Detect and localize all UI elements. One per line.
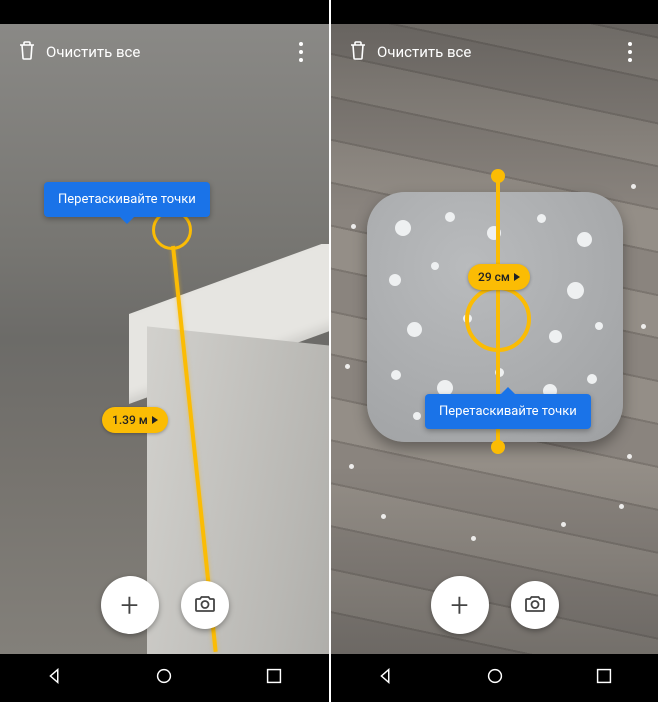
nav-recent-icon[interactable]: [593, 665, 615, 691]
camera-viewport: Очистить все 29 см Перетаскивайте точки: [331, 24, 658, 654]
clear-all-label: Очистить все: [377, 43, 471, 61]
overflow-menu-button[interactable]: [610, 32, 650, 72]
screenshot-left: Очистить все Перетаскивайте точки 1.39 м: [0, 0, 329, 702]
status-bar: [331, 0, 658, 24]
measure-reticle[interactable]: [465, 286, 531, 352]
kebab-menu-icon: [628, 42, 632, 62]
camera-icon: [524, 593, 546, 617]
screenshot-right: Очистить все 29 см Перетаскивайте точки: [329, 0, 658, 702]
hint-tooltip: Перетаскивайте точки: [44, 182, 210, 217]
nav-recent-icon[interactable]: [263, 665, 285, 691]
measurement-badge[interactable]: 29 см: [468, 264, 530, 290]
trash-icon: [18, 40, 36, 64]
nav-back-icon[interactable]: [375, 665, 397, 691]
measurement-value: 1.39 м: [112, 413, 148, 427]
clear-all-button[interactable]: Очистить все: [8, 32, 150, 72]
overflow-menu-button[interactable]: [281, 32, 321, 72]
android-nav-bar: [0, 654, 329, 702]
kebab-menu-icon: [299, 42, 303, 62]
bottom-controls: +: [0, 576, 329, 634]
nav-home-icon[interactable]: [484, 665, 506, 691]
chevron-right-icon: [152, 416, 158, 424]
chevron-right-icon: [514, 273, 520, 281]
plus-icon: +: [450, 589, 468, 621]
clear-all-button[interactable]: Очистить все: [339, 32, 481, 72]
add-point-button[interactable]: +: [101, 576, 159, 634]
measure-endpoint-bottom[interactable]: [491, 440, 505, 454]
clear-all-label: Очистить все: [46, 43, 140, 61]
add-point-button[interactable]: +: [431, 576, 489, 634]
camera-viewport: Очистить все Перетаскивайте точки 1.39 м: [0, 24, 329, 654]
top-toolbar: Очистить все: [0, 24, 329, 80]
bottom-controls: +: [331, 576, 658, 634]
status-bar: [0, 0, 329, 24]
camera-icon: [194, 593, 216, 617]
nav-back-icon[interactable]: [44, 665, 66, 691]
measurement-value: 29 см: [478, 270, 510, 284]
capture-button[interactable]: [511, 581, 559, 629]
trash-icon: [349, 40, 367, 64]
hint-tooltip: Перетаскивайте точки: [425, 394, 591, 429]
top-toolbar: Очистить все: [331, 24, 658, 80]
measurement-badge[interactable]: 1.39 м: [102, 407, 168, 433]
capture-button[interactable]: [181, 581, 229, 629]
android-nav-bar: [331, 654, 658, 702]
nav-home-icon[interactable]: [153, 665, 175, 691]
plus-icon: +: [120, 589, 138, 621]
